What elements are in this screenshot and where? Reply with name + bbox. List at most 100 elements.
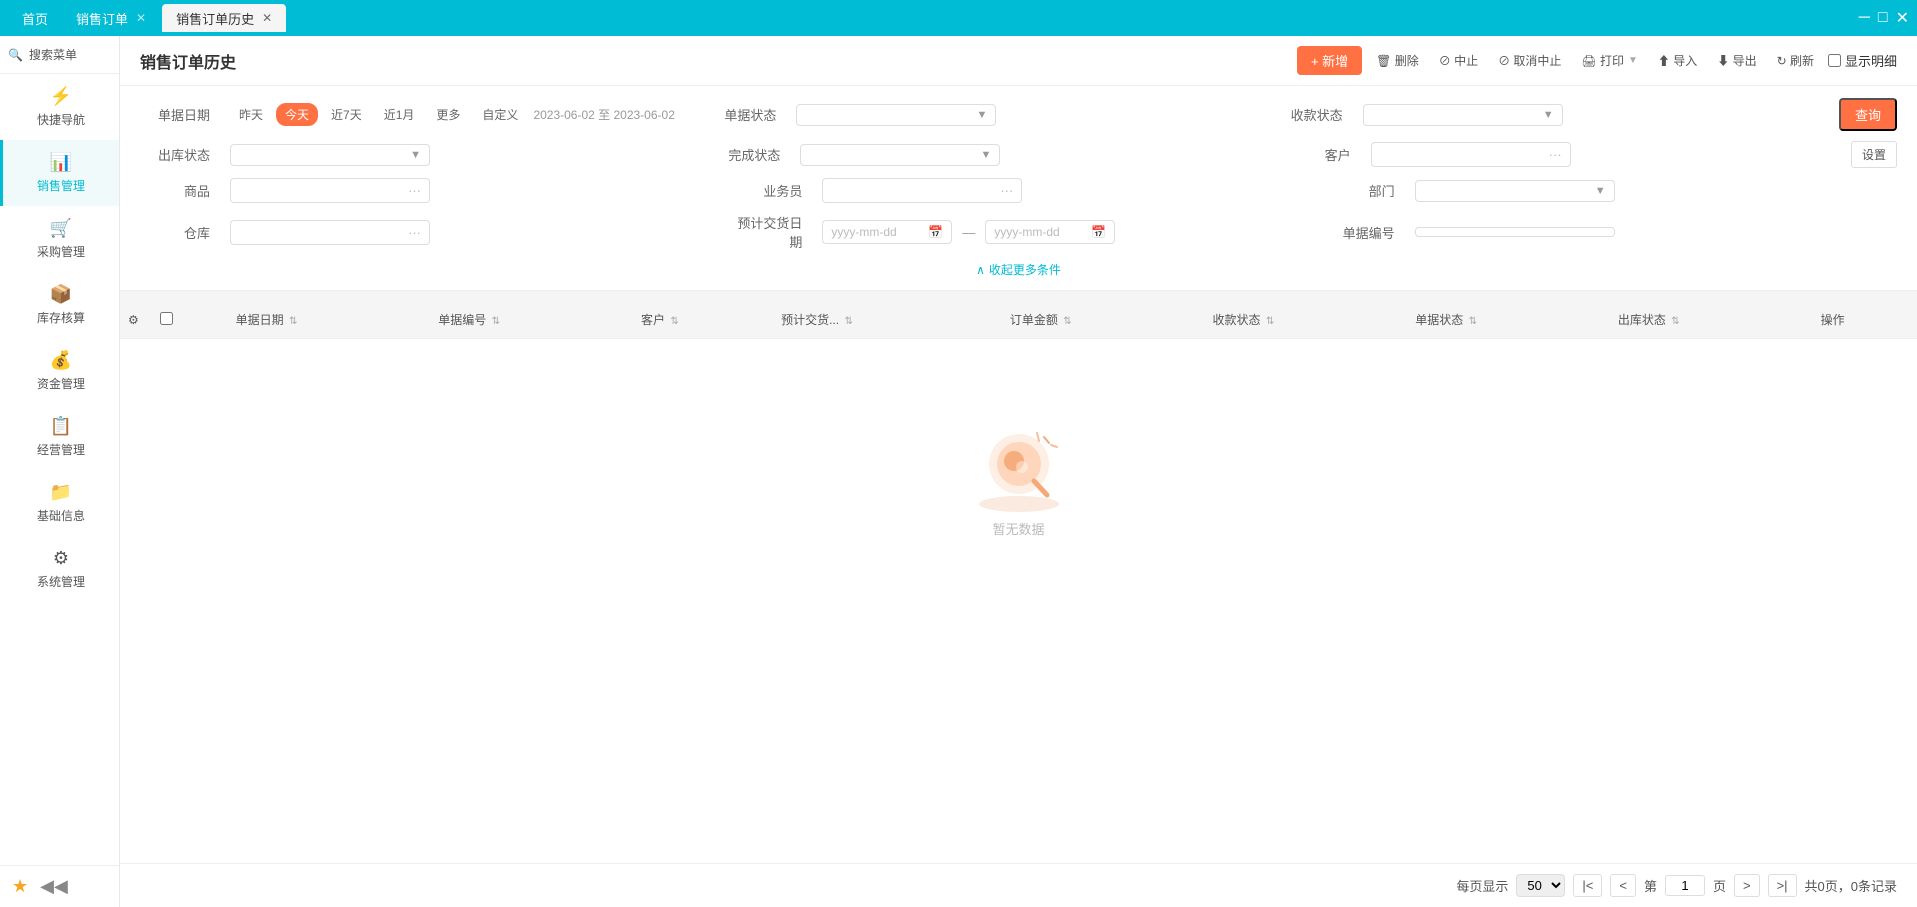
receipt-status-arrow: ▼: [1543, 109, 1554, 121]
sidebar-item-sales[interactable]: 📊 销售管理: [0, 140, 119, 206]
yesterday-btn[interactable]: 昨天: [230, 103, 272, 126]
expected-date-from[interactable]: yyyy-mm-dd 📅: [822, 220, 952, 244]
today-btn[interactable]: 今天: [276, 103, 318, 126]
sidebar-item-purchase[interactable]: 🛒 采购管理: [0, 206, 119, 272]
export-button[interactable]: ⬇ 导出: [1711, 48, 1762, 73]
first-page-btn[interactable]: |<: [1573, 874, 1602, 897]
customer-more-icon[interactable]: ···: [1549, 147, 1562, 162]
complete-status-select[interactable]: ▼: [800, 144, 1000, 166]
sidebar-item-management[interactable]: 📋 经营管理: [0, 404, 119, 470]
settings-icon[interactable]: ⚙: [128, 313, 139, 327]
th-receipt-status[interactable]: 收款状态 ⇅: [1205, 301, 1408, 339]
cancel-stop-button[interactable]: ⊘ 取消中止: [1492, 48, 1567, 73]
collapse-sidebar-icon[interactable]: ◀◀: [40, 876, 68, 897]
date-filter-label: 单据日期: [140, 105, 210, 124]
maximize-button[interactable]: □: [1878, 9, 1888, 27]
tab-home[interactable]: 首页: [8, 9, 62, 28]
next-page-btn[interactable]: >: [1734, 874, 1760, 897]
salesman-input[interactable]: ···: [822, 178, 1022, 203]
expected-date-to[interactable]: yyyy-mm-dd 📅: [985, 220, 1115, 244]
sort-expected-icon: ⇅: [844, 316, 852, 327]
finance-icon: 💰: [50, 350, 72, 371]
delete-button[interactable]: 🗑 删除: [1370, 48, 1425, 73]
th-doc-status[interactable]: 单据状态 ⇅: [1407, 301, 1610, 339]
expected-date-label: 预计交货日期: [732, 213, 802, 251]
custom-date-btn[interactable]: 自定义: [473, 103, 527, 126]
more-date-btn[interactable]: 更多: [427, 103, 469, 126]
no-data-icon: [959, 419, 1079, 519]
warehouse-more-icon[interactable]: ···: [408, 225, 421, 240]
doc-status-select[interactable]: ▼: [796, 104, 996, 126]
sidebar-search[interactable]: 🔍 搜索菜单: [0, 36, 119, 74]
order-no-control: [1415, 227, 1897, 237]
th-action: 操作: [1813, 301, 1917, 339]
sidebar-item-basic[interactable]: 📁 基础信息: [0, 470, 119, 536]
th-customer[interactable]: 客户 ⇅: [633, 301, 773, 339]
goods-more-icon[interactable]: ···: [408, 183, 421, 198]
salesman-more-icon[interactable]: ···: [1000, 183, 1013, 198]
collapse-filter-btn[interactable]: ∧ 收起更多条件: [140, 261, 1897, 278]
display-detail-checkbox[interactable]: [1828, 54, 1841, 67]
sidebar-bottom: ★ ◀◀: [0, 865, 119, 907]
last7days-btn[interactable]: 近7天: [322, 103, 371, 126]
new-button[interactable]: + 新增: [1297, 46, 1362, 75]
settings-button[interactable]: 设置: [1851, 141, 1897, 168]
salesman-control: ···: [822, 178, 1304, 203]
th-checkbox-col: [152, 301, 228, 339]
receipt-status-select[interactable]: ▼: [1363, 104, 1563, 126]
print-dropdown-icon[interactable]: ▼: [1628, 55, 1638, 66]
collapse-up-icon: ∧: [976, 263, 985, 277]
display-detail-wrapper: 显示明细: [1828, 51, 1897, 70]
prev-page-btn[interactable]: <: [1610, 874, 1636, 897]
customer-input[interactable]: ···: [1371, 142, 1571, 167]
order-no-input[interactable]: [1415, 227, 1615, 237]
sidebar-item-finance[interactable]: 💰 资金管理: [0, 338, 119, 404]
customer-label: 客户: [1281, 145, 1351, 164]
page-size-select[interactable]: 50: [1516, 874, 1565, 897]
tab-sales-order[interactable]: 销售订单 ✕: [62, 4, 160, 32]
complete-status-label: 完成状态: [710, 145, 780, 164]
page-input[interactable]: [1665, 875, 1705, 896]
display-detail-label: 显示明细: [1845, 51, 1897, 70]
salesman-label: 业务员: [732, 181, 802, 200]
goods-input[interactable]: ···: [230, 178, 430, 203]
out-status-label: 出库状态: [140, 145, 210, 164]
sort-out-icon: ⇅: [1671, 316, 1679, 327]
out-status-select[interactable]: ▼: [230, 144, 430, 166]
sort-receipt-icon: ⇅: [1266, 316, 1274, 327]
tab-close-history[interactable]: ✕: [262, 11, 272, 25]
dept-arrow: ▼: [1595, 185, 1606, 197]
th-expected[interactable]: 预计交货... ⇅: [773, 301, 1002, 339]
sort-customer-icon: ⇅: [670, 316, 678, 327]
import-button[interactable]: ⬆ 导入: [1652, 48, 1703, 73]
last1month-btn[interactable]: 近1月: [375, 103, 424, 126]
th-settings[interactable]: ⚙: [120, 301, 152, 339]
th-out-status[interactable]: 出库状态 ⇅: [1610, 301, 1813, 339]
filter-row-3: 商品 ··· 业务员 ··· 部门: [140, 178, 1897, 203]
select-all-checkbox[interactable]: [160, 312, 173, 325]
refresh-button[interactable]: ↻ 刷新: [1771, 48, 1820, 73]
last-page-btn[interactable]: >|: [1768, 874, 1797, 897]
tab-sales-order-history[interactable]: 销售订单历史 ✕: [162, 4, 286, 32]
dept-select[interactable]: ▼: [1415, 180, 1615, 202]
close-button[interactable]: ✕: [1896, 8, 1909, 28]
window-controls: ─ □ ✕: [1859, 8, 1909, 28]
sidebar-item-shortcuts[interactable]: ⚡ 快捷导航: [0, 74, 119, 140]
th-amount[interactable]: 订单金额 ⇅: [1002, 301, 1205, 339]
query-button[interactable]: 查询: [1839, 98, 1897, 131]
th-no[interactable]: 单据编号 ⇅: [430, 301, 633, 339]
settings-bottom-icon[interactable]: ★: [12, 876, 28, 897]
tab-close-sales-order[interactable]: ✕: [136, 11, 146, 25]
sidebar-item-system[interactable]: ⚙ 系统管理: [0, 536, 119, 602]
print-button[interactable]: 🖨 打印 ▼: [1575, 48, 1643, 73]
page-size-label: 每页显示: [1456, 876, 1508, 895]
sidebar-item-inventory[interactable]: 📦 库存核算: [0, 272, 119, 338]
complete-status-arrow: ▼: [980, 149, 991, 161]
toolbar: + 新增 🗑 删除 ⊘ 中止 ⊘ 取消中止 🖨 打印 ▼ ⬆ 导入 ⬇ 导出 ↻…: [1297, 46, 1897, 75]
out-status-arrow: ▼: [410, 149, 421, 161]
stop-button[interactable]: ⊘ 中止: [1433, 48, 1484, 73]
minimize-button[interactable]: ─: [1859, 9, 1870, 27]
th-date[interactable]: 单据日期 ⇅: [228, 301, 431, 339]
data-table: ⚙ 单据日期 ⇅ 单据编号 ⇅: [120, 301, 1917, 339]
warehouse-input[interactable]: ···: [230, 220, 430, 245]
